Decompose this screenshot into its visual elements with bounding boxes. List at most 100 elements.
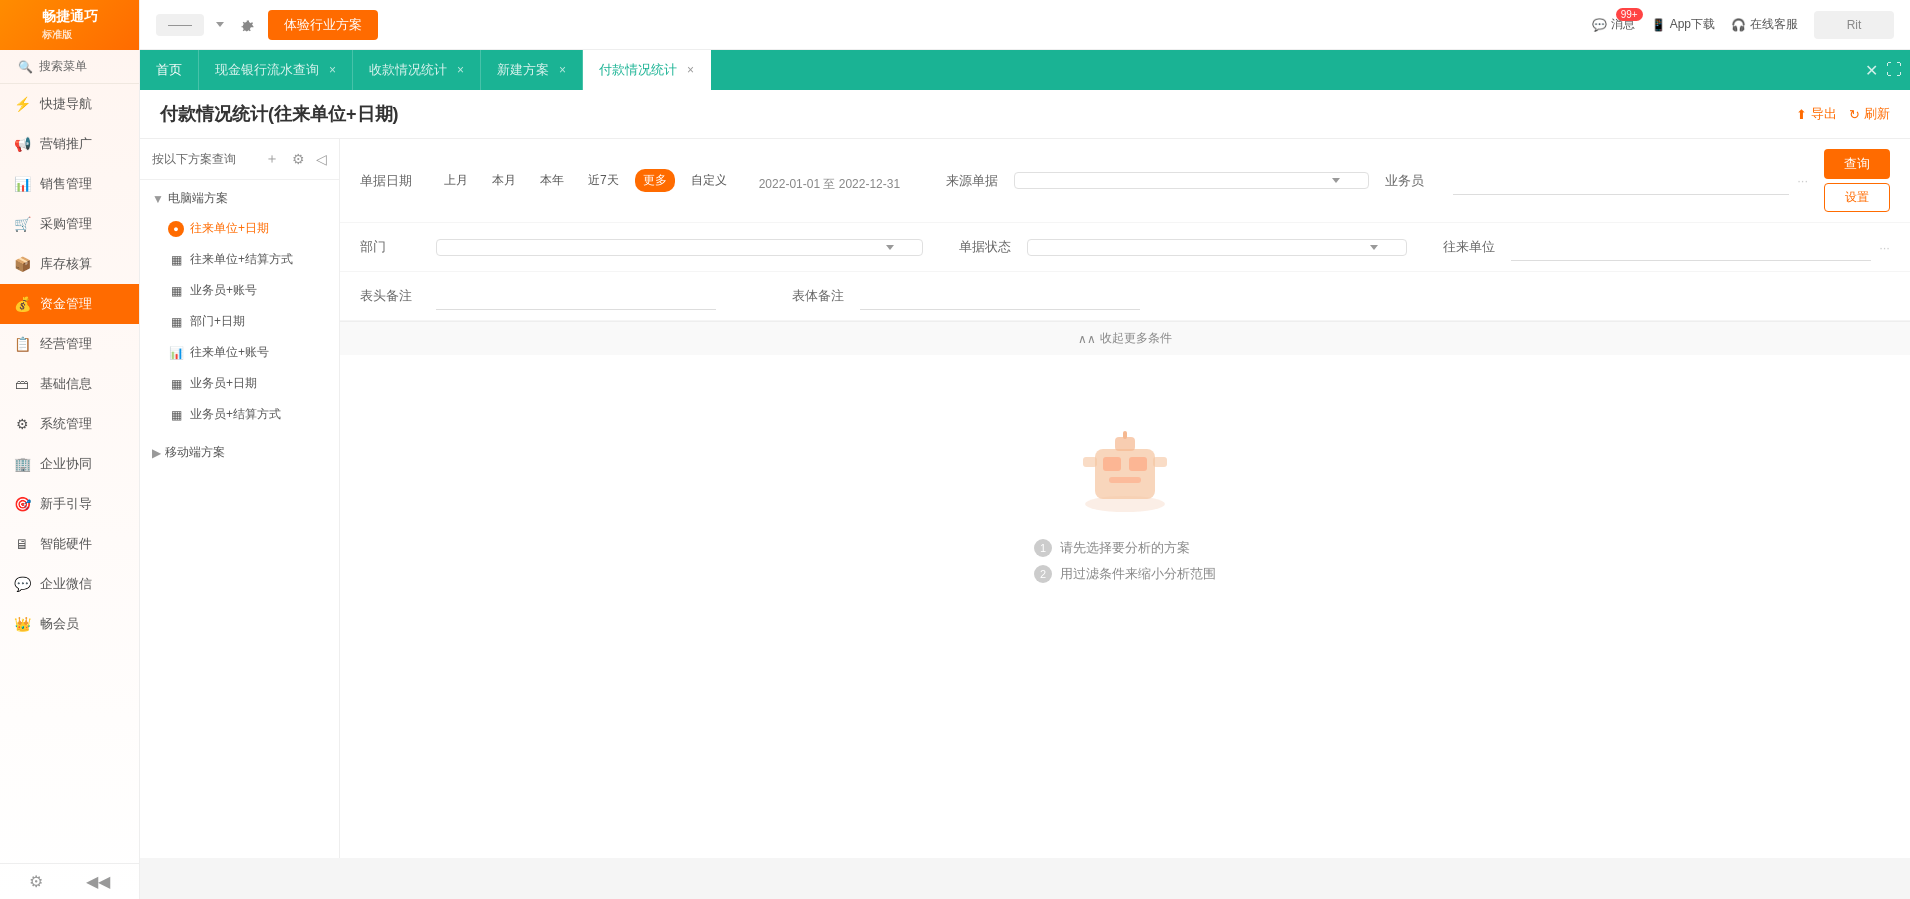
sidebar-item-marketing[interactable]: 📢 营销推广 bbox=[0, 124, 139, 164]
tab-new-scheme[interactable]: 新建方案 × bbox=[481, 50, 583, 90]
mobile-group-header[interactable]: ▶ 移动端方案 bbox=[140, 438, 339, 467]
tab-payment-stat[interactable]: 收款情况统计 × bbox=[353, 50, 481, 90]
doc-status-dropdown-arrow bbox=[1370, 245, 1378, 250]
date-custom[interactable]: 自定义 bbox=[683, 169, 735, 192]
marketing-label: 营销推广 bbox=[40, 135, 92, 153]
scheme-unit-date-label: 往来单位+日期 bbox=[190, 220, 269, 237]
scheme-panel-icons: ＋ ⚙ bbox=[262, 149, 308, 169]
scheme-unit-settlement[interactable]: ▦ 往来单位+结算方式 bbox=[140, 244, 339, 275]
message-action[interactable]: 💬 消息 99+ bbox=[1592, 16, 1635, 33]
tab-new-scheme-close[interactable]: × bbox=[559, 63, 566, 77]
sidebar-settings-btn[interactable]: ⚙ bbox=[29, 872, 43, 891]
scheme-table-icon: ▦ bbox=[168, 252, 184, 268]
partner-more-btn[interactable]: ··· bbox=[1879, 240, 1890, 255]
scheme-collapse-btn[interactable]: ◁ bbox=[316, 151, 327, 167]
company-dropdown-arrow[interactable] bbox=[216, 22, 224, 27]
staff-input-area[interactable] bbox=[1453, 167, 1789, 195]
search-menu-item[interactable]: 🔍 搜索菜单 bbox=[0, 50, 139, 84]
sidebar-item-sales[interactable]: 📊 销售管理 bbox=[0, 164, 139, 204]
date-last-7days[interactable]: 近7天 bbox=[580, 169, 627, 192]
sidebar-item-inventory[interactable]: 📦 库存核算 bbox=[0, 244, 139, 284]
date-last-month[interactable]: 上月 bbox=[436, 169, 476, 192]
dept-filter-label: 部门 bbox=[360, 238, 420, 256]
scheme-unit-account-label: 往来单位+账号 bbox=[190, 344, 269, 361]
user-avatar[interactable]: Rit bbox=[1814, 11, 1894, 39]
tab-home[interactable]: 首页 bbox=[140, 50, 199, 90]
tab-payment-stat-close[interactable]: × bbox=[457, 63, 464, 77]
sidebar-item-hardware[interactable]: 🖥 智能硬件 bbox=[0, 524, 139, 564]
collapse-more-btn[interactable]: ∧∧ 收起更多条件 bbox=[340, 321, 1910, 355]
app-icon: 📱 bbox=[1651, 18, 1666, 32]
enterprise-icon: 🏢 bbox=[12, 454, 32, 474]
desktop-group-header[interactable]: ▼ 电脑端方案 bbox=[140, 184, 339, 213]
sidebar-item-system[interactable]: ⚙ 系统管理 bbox=[0, 404, 139, 444]
sidebar-item-guide[interactable]: 🎯 新手引导 bbox=[0, 484, 139, 524]
header-note-input[interactable] bbox=[436, 282, 716, 310]
sidebar-item-quick-nav[interactable]: ⚡ 快捷导航 bbox=[0, 84, 139, 124]
header-settings-btn[interactable] bbox=[232, 11, 260, 39]
date-range-display: 2022-01-01 至 2022-12-31 bbox=[759, 176, 900, 193]
svg-rect-7 bbox=[1083, 457, 1097, 467]
scheme-table-icon4: ▦ bbox=[168, 376, 184, 392]
header-note-label: 表头备注 bbox=[360, 287, 420, 305]
scheme-unit-account[interactable]: 📊 往来单位+账号 bbox=[140, 337, 339, 368]
staff-filter-group: 业务员 ··· bbox=[1385, 167, 1808, 195]
scheme-settings-icon[interactable]: ⚙ bbox=[288, 149, 308, 169]
trial-industry-btn[interactable]: 体验行业方案 bbox=[268, 10, 378, 40]
dept-dropdown-arrow bbox=[886, 245, 894, 250]
app-label: App下载 bbox=[1670, 16, 1715, 33]
scheme-staff-account[interactable]: ▦ 业务员+账号 bbox=[140, 275, 339, 306]
partner-input-area[interactable] bbox=[1511, 233, 1871, 261]
tab-pay-stat-close[interactable]: × bbox=[687, 63, 694, 77]
add-scheme-icon[interactable]: ＋ bbox=[262, 149, 282, 169]
sales-label: 销售管理 bbox=[40, 175, 92, 193]
doc-status-filter-group: 单据状态 bbox=[959, 238, 1406, 256]
scheme-staff-settlement[interactable]: ▦ 业务员+结算方式 bbox=[140, 399, 339, 430]
date-this-month[interactable]: 本月 bbox=[484, 169, 524, 192]
refresh-btn[interactable]: ↻ 刷新 bbox=[1849, 105, 1890, 123]
tab-close-all-icon[interactable]: ✕ bbox=[1865, 61, 1878, 80]
scheme-dept-date[interactable]: ▦ 部门+日期 bbox=[140, 306, 339, 337]
body-note-input[interactable] bbox=[860, 282, 1140, 310]
sidebar-item-enterprise[interactable]: 🏢 企业协同 bbox=[0, 444, 139, 484]
logo-sub: 标准版 bbox=[42, 28, 98, 42]
source-select[interactable] bbox=[1014, 172, 1369, 189]
tab-cashflow-close[interactable]: × bbox=[329, 63, 336, 77]
staff-more-btn[interactable]: ··· bbox=[1797, 173, 1808, 188]
scheme-staff-date[interactable]: ▦ 业务员+日期 bbox=[140, 368, 339, 399]
member-icon: 👑 bbox=[12, 614, 32, 634]
sidebar-item-finance[interactable]: 💰 资金管理 bbox=[0, 284, 139, 324]
filter-row-2: 部门 单据状态 往来单位 bbox=[340, 223, 1910, 272]
date-more[interactable]: 更多 bbox=[635, 169, 675, 192]
tip-text-1: 请先选择要分析的方案 bbox=[1060, 539, 1190, 557]
filter-row-1: 单据日期 上月 本月 本年 近7天 更多 自定义 2022-01-01 至 20… bbox=[340, 139, 1910, 223]
sidebar-item-basic-info[interactable]: 🗃 基础信息 bbox=[0, 364, 139, 404]
sidebar-item-purchase[interactable]: 🛒 采购管理 bbox=[0, 204, 139, 244]
settings-small-btn[interactable]: 设置 bbox=[1824, 183, 1890, 212]
hardware-label: 智能硬件 bbox=[40, 535, 92, 553]
tab-pay-stat[interactable]: 付款情况统计 × bbox=[583, 50, 711, 90]
finance-label: 资金管理 bbox=[40, 295, 92, 313]
source-dropdown-arrow bbox=[1332, 178, 1340, 183]
date-options: 上月 本月 本年 近7天 更多 自定义 bbox=[436, 169, 735, 192]
empty-tips: 1 请先选择要分析的方案 2 用过滤条件来缩小分析范围 bbox=[1034, 539, 1216, 583]
online-service-action[interactable]: 🎧 在线客服 bbox=[1731, 16, 1798, 33]
tab-fullscreen-icon[interactable]: ⛶ bbox=[1886, 61, 1902, 79]
scheme-unit-date[interactable]: ● 往来单位+日期 bbox=[140, 213, 339, 244]
quick-nav-icon: ⚡ bbox=[12, 94, 32, 114]
dept-select[interactable] bbox=[436, 239, 923, 256]
doc-status-select[interactable] bbox=[1027, 239, 1406, 256]
tab-cashflow[interactable]: 现金银行流水查询 × bbox=[199, 50, 353, 90]
date-this-year[interactable]: 本年 bbox=[532, 169, 572, 192]
svg-rect-4 bbox=[1109, 477, 1141, 483]
mobile-expand-icon: ▶ bbox=[152, 446, 161, 460]
hardware-icon: 🖥 bbox=[12, 534, 32, 554]
sidebar-collapse-btn[interactable]: ◀◀ bbox=[86, 872, 110, 891]
sidebar-item-operations[interactable]: 📋 经营管理 bbox=[0, 324, 139, 364]
sidebar-item-member[interactable]: 👑 畅会员 bbox=[0, 604, 139, 644]
app-download-action[interactable]: 📱 App下载 bbox=[1651, 16, 1715, 33]
query-btn[interactable]: 查询 bbox=[1824, 149, 1890, 179]
export-btn[interactable]: ⬆ 导出 bbox=[1796, 105, 1837, 123]
search-label: 搜索菜单 bbox=[39, 58, 87, 75]
sidebar-item-wechat[interactable]: 💬 企业微信 bbox=[0, 564, 139, 604]
